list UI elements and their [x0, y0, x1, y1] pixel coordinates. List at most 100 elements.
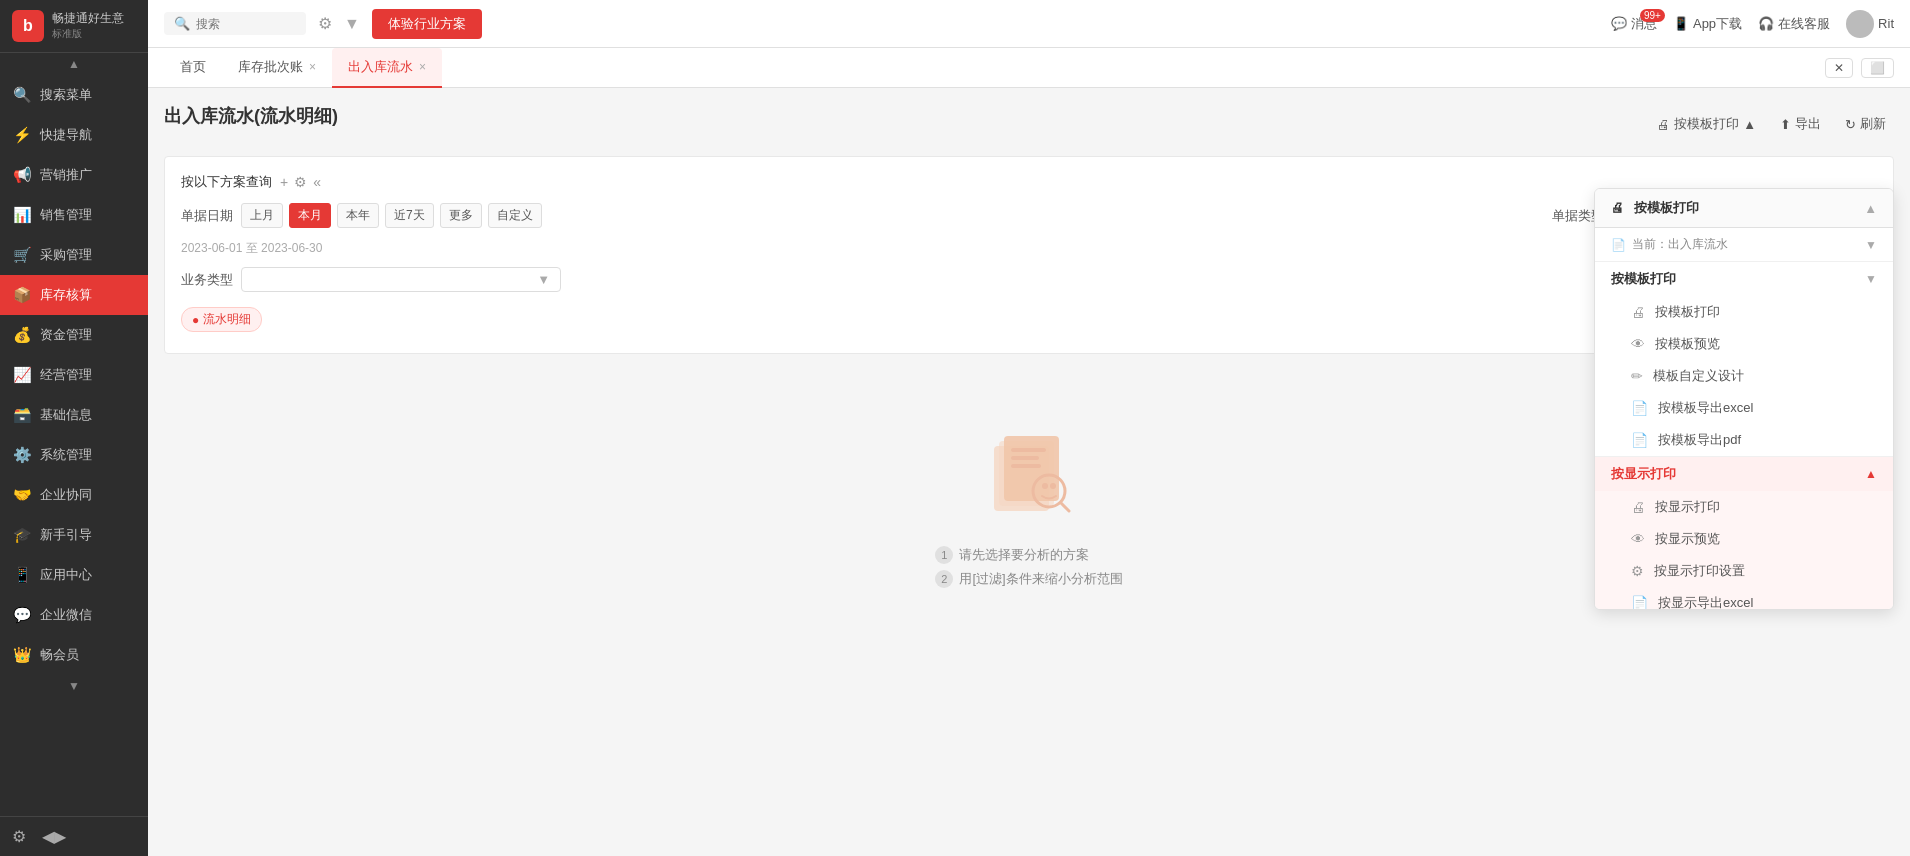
sidebar-scroll-up[interactable]: ▲ [0, 53, 148, 75]
dropdown-item-template-custom[interactable]: ✏ 模板自定义设计 [1595, 360, 1893, 392]
svg-rect-3 [1011, 448, 1046, 452]
page-actions: 🖨 按模板打印 ▲ ⬆ 导出 ↻ 刷新 [1649, 111, 1894, 137]
date-btn-custom[interactable]: 自定义 [488, 203, 542, 228]
tab-batch-ledger-label: 库存批次账 [238, 58, 303, 76]
sidebar-item-cooperation[interactable]: 🤝 企业协同 [0, 475, 148, 515]
sidebar-item-wechat[interactable]: 💬 企业微信 [0, 595, 148, 635]
online-service-button[interactable]: 🎧 在线客服 [1758, 15, 1830, 33]
print-btn[interactable]: 🖨 按模板打印 ▲ [1649, 111, 1764, 137]
sidebar-item-member[interactable]: 👑 畅会员 [0, 635, 148, 675]
template-export-pdf-icon: 📄 [1631, 432, 1648, 448]
step-2-num: 2 [935, 570, 953, 588]
trial-btn[interactable]: 体验行业方案 [372, 9, 482, 39]
biz-type-filter-item: 业务类型 ▼ [181, 267, 561, 292]
sidebar-item-appstore[interactable]: 📱 应用中心 [0, 555, 148, 595]
filter-setting-icon[interactable]: ⚙ [294, 174, 307, 190]
sidebar-item-inventory[interactable]: 📦 库存核算 [0, 275, 148, 315]
display-print-settings-icon: ⚙ [1631, 563, 1644, 579]
settings-bottom-icon[interactable]: ⚙ [12, 827, 26, 846]
search-icon: 🔍 [12, 85, 32, 105]
menu-toggle-icon[interactable]: ◀▶ [42, 827, 66, 846]
dropdown-title: 🖨 按模板打印 [1611, 199, 1699, 217]
sidebar-item-base[interactable]: 🗃️ 基础信息 [0, 395, 148, 435]
dropdown-item-template-export-excel[interactable]: 📄 按模板导出excel [1595, 392, 1893, 424]
sidebar-item-quick-nav[interactable]: ⚡ 快捷导航 [0, 115, 148, 155]
sidebar-item-guide[interactable]: 🎓 新手引导 [0, 515, 148, 555]
sidebar-item-label: 系统管理 [40, 446, 92, 464]
sidebar-item-label: 应用中心 [40, 566, 92, 584]
tab-batch-ledger[interactable]: 库存批次账 × [222, 48, 332, 88]
sidebar-item-sales[interactable]: 📊 销售管理 [0, 195, 148, 235]
search-input[interactable] [196, 17, 296, 31]
date-btn-current-year[interactable]: 本年 [337, 203, 379, 228]
date-filter-label: 单据日期 [181, 207, 233, 225]
sidebar-item-label: 库存核算 [40, 286, 92, 304]
sidebar-item-finance[interactable]: 💰 资金管理 [0, 315, 148, 355]
dropdown-item-display-export-excel[interactable]: 📄 按显示导出excel [1595, 587, 1893, 609]
svg-rect-5 [1011, 464, 1041, 468]
svg-line-7 [1061, 503, 1069, 511]
sidebar-item-label: 营销推广 [40, 166, 92, 184]
print-label: 按模板打印 [1674, 115, 1739, 133]
template-export-excel-label: 按模板导出excel [1658, 399, 1753, 417]
window-maximize-btn[interactable]: ⬜ [1861, 58, 1894, 78]
refresh-btn[interactable]: ↻ 刷新 [1837, 111, 1894, 137]
active-filter-tag-flow[interactable]: ● 流水明细 [181, 307, 262, 332]
dropdown-item-display-preview[interactable]: 👁 按显示预览 [1595, 523, 1893, 555]
empty-step-2: 2 用[过滤]条件来缩小分析范围 [935, 570, 1122, 588]
inventory-icon: 📦 [12, 285, 32, 305]
current-template-icon: 📄 [1611, 238, 1626, 252]
add-filter-icon[interactable]: + [280, 174, 288, 190]
template-print-section: 按模板打印 ▼ 🖨 按模板打印 👁 按模板预览 [1595, 262, 1893, 457]
filter-collapse-icon[interactable]: « [313, 174, 321, 190]
tab-batch-ledger-close[interactable]: × [309, 60, 316, 74]
sidebar-item-search[interactable]: 🔍 搜索菜单 [0, 75, 148, 115]
topbar-gear-icon[interactable]: ⚙ [318, 14, 332, 33]
svg-rect-4 [1011, 456, 1039, 460]
display-print-items: 🖨 按显示打印 👁 按显示预览 ⚙ 按显示打印设置 [1595, 491, 1893, 609]
sidebar-item-purchase[interactable]: 🛒 采购管理 [0, 235, 148, 275]
filter-icon: ● [192, 313, 199, 327]
dropdown-item-template-export-pdf[interactable]: 📄 按模板导出pdf [1595, 424, 1893, 456]
guide-icon: 🎓 [12, 525, 32, 545]
dropdown-item-template-preview[interactable]: 👁 按模板预览 [1595, 328, 1893, 360]
tab-inout-flow-close[interactable]: × [419, 60, 426, 74]
page-content: 出入库流水(流水明细) 🖨 按模板打印 ▲ ⬆ 导出 ↻ 刷新 [148, 88, 1910, 856]
dropdown-item-template-print[interactable]: 🖨 按模板打印 [1595, 296, 1893, 328]
date-btn-last7days[interactable]: 近7天 [385, 203, 434, 228]
topbar-search-box[interactable]: 🔍 [164, 12, 306, 35]
member-icon: 👑 [12, 645, 32, 665]
date-btn-more[interactable]: 更多 [440, 203, 482, 228]
dropdown-item-display-print-settings[interactable]: ⚙ 按显示打印设置 [1595, 555, 1893, 587]
appstore-icon: 📱 [12, 565, 32, 585]
messages-button[interactable]: 💬 消息 99+ [1611, 15, 1657, 33]
edition-label: 标准版 [52, 27, 124, 41]
sidebar-item-system[interactable]: ⚙️ 系统管理 [0, 435, 148, 475]
date-btn-last-month[interactable]: 上月 [241, 203, 283, 228]
tab-inout-flow[interactable]: 出入库流水 × [332, 48, 442, 88]
chevron-up-icon[interactable]: ▲ [1864, 201, 1877, 216]
template-export-pdf-label: 按模板导出pdf [1658, 431, 1741, 449]
user-avatar-area[interactable]: Rit [1846, 10, 1894, 38]
template-print-item-label: 按模板打印 [1655, 303, 1720, 321]
svg-point-9 [1050, 483, 1056, 489]
biz-type-select[interactable]: ▼ [241, 267, 561, 292]
topbar-left: 🔍 ⚙ ▼ 体验行业方案 [164, 9, 482, 39]
export-btn[interactable]: ⬆ 导出 [1772, 111, 1829, 137]
empty-icon [979, 426, 1079, 526]
tab-home[interactable]: 首页 [164, 48, 222, 88]
sidebar-bottom: ⚙ ◀▶ [0, 816, 148, 856]
sidebar-scroll-down[interactable]: ▼ [0, 675, 148, 697]
topbar-arrow-icon[interactable]: ▼ [344, 15, 360, 33]
template-preview-label: 按模板预览 [1655, 335, 1720, 353]
display-print-header[interactable]: 按显示打印 ▲ [1595, 457, 1893, 491]
date-btn-current-month[interactable]: 本月 [289, 203, 331, 228]
sidebar-item-label: 经营管理 [40, 366, 92, 384]
template-print-header[interactable]: 按模板打印 ▼ [1595, 262, 1893, 296]
sidebar-item-operations[interactable]: 📈 经营管理 [0, 355, 148, 395]
operations-icon: 📈 [12, 365, 32, 385]
app-download-button[interactable]: 📱 App下载 [1673, 15, 1742, 33]
sidebar-item-marketing[interactable]: 📢 营销推广 [0, 155, 148, 195]
window-close-btn[interactable]: ✕ [1825, 58, 1853, 78]
dropdown-item-display-print[interactable]: 🖨 按显示打印 [1595, 491, 1893, 523]
